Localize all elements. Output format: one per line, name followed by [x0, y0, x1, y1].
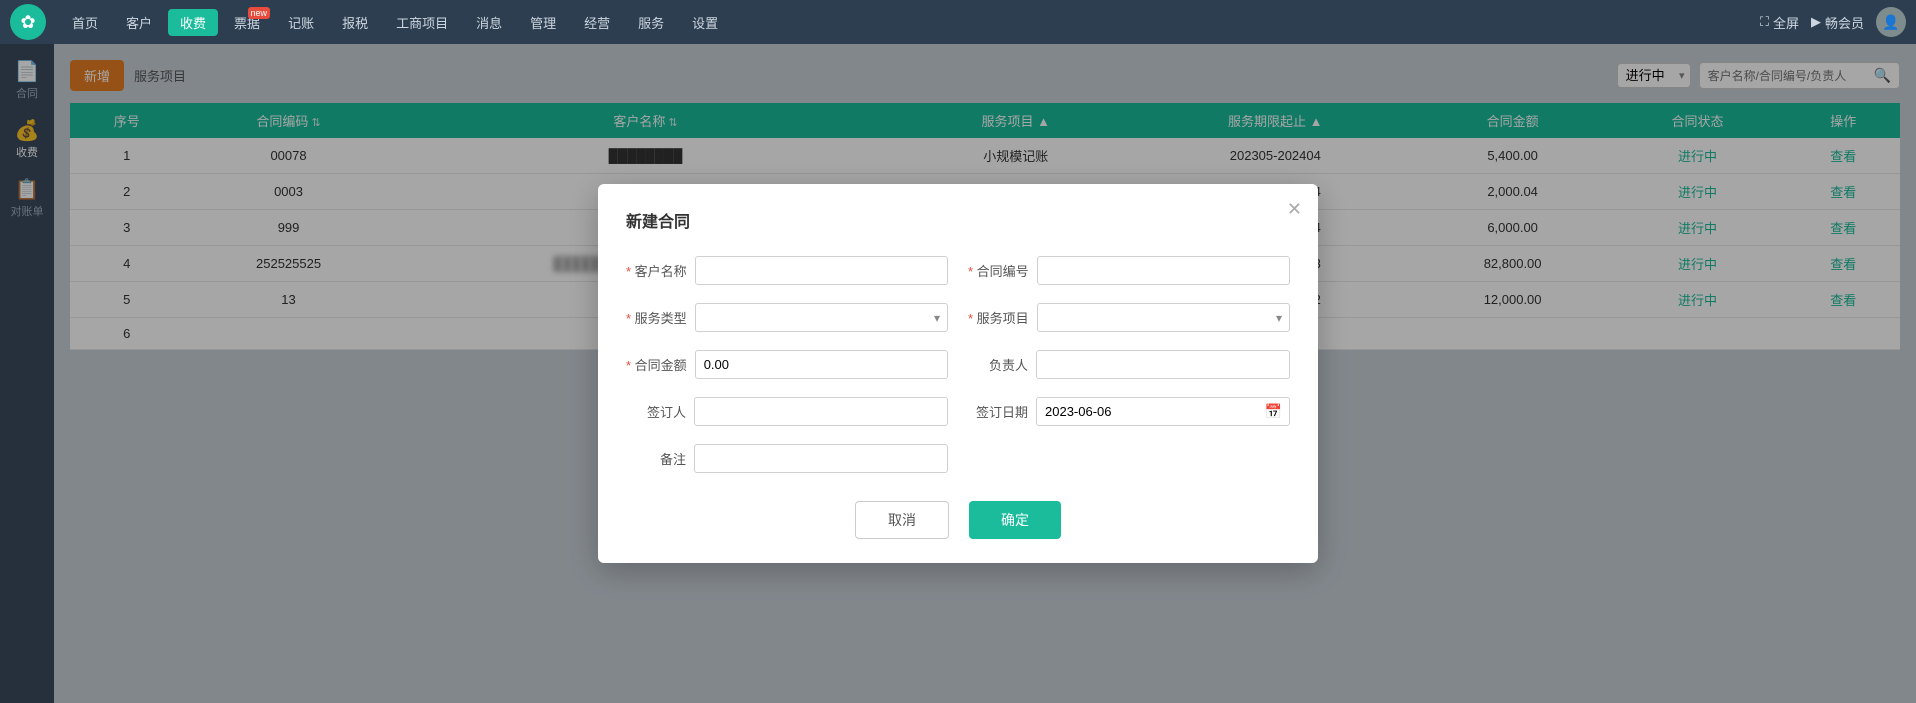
- form-row-2: 服务类型 服务项目: [626, 303, 1290, 332]
- nav-message[interactable]: 消息: [464, 9, 514, 36]
- nav-settings[interactable]: 设置: [680, 9, 730, 36]
- modal-overlay[interactable]: ✕ 新建合同 客户名称 合同编号 服务类型: [0, 44, 1916, 703]
- signatory-input[interactable]: [694, 397, 948, 426]
- sign-date-field: 签订日期 📅: [968, 397, 1290, 426]
- nav-right-section: ⛶ 全屏 ▶ 畅会员 👤: [1760, 7, 1906, 37]
- nav-client[interactable]: 客户: [114, 9, 164, 36]
- modal-title: 新建合同: [626, 208, 1290, 232]
- customer-name-input[interactable]: [695, 256, 948, 285]
- contract-no-field: 合同编号: [968, 256, 1290, 285]
- member-button[interactable]: ▶ 畅会员: [1811, 13, 1864, 32]
- modal-close-button[interactable]: ✕: [1287, 200, 1302, 218]
- nav-billing[interactable]: 收费: [168, 9, 218, 36]
- contract-no-label: 合同编号: [968, 261, 1029, 280]
- service-type-field: 服务类型: [626, 303, 948, 332]
- sign-date-wrap: 📅: [1036, 397, 1290, 426]
- service-item-select-wrap: [1037, 303, 1290, 332]
- sign-date-label: 签订日期: [968, 402, 1028, 421]
- form-row-5: 备注: [626, 444, 1290, 473]
- new-badge: new: [248, 7, 271, 19]
- app-logo: ✿: [10, 4, 46, 40]
- new-contract-modal: ✕ 新建合同 客户名称 合同编号 服务类型: [598, 184, 1318, 563]
- customer-name-field: 客户名称: [626, 256, 948, 285]
- nav-operation[interactable]: 经营: [572, 9, 622, 36]
- sign-date-input[interactable]: [1036, 397, 1290, 426]
- service-type-label: 服务类型: [626, 308, 687, 327]
- nav-bookkeeping[interactable]: 记账: [276, 9, 326, 36]
- signatory-field: 签订人: [626, 397, 948, 426]
- service-type-select[interactable]: [695, 303, 948, 332]
- amount-label: 合同金额: [626, 355, 687, 374]
- amount-field: 合同金额: [626, 350, 948, 379]
- service-item-field: 服务项目: [968, 303, 1290, 332]
- fullscreen-label: 全屏: [1773, 13, 1799, 32]
- service-item-label: 服务项目: [968, 308, 1029, 327]
- nav-commerce[interactable]: 工商项目: [384, 9, 460, 36]
- confirm-button[interactable]: 确定: [969, 501, 1061, 539]
- form-row-4: 签订人 签订日期 📅: [626, 397, 1290, 426]
- cancel-button[interactable]: 取消: [855, 501, 949, 539]
- nav-home[interactable]: 首页: [60, 9, 110, 36]
- form-row-3: 合同金额 负责人: [626, 350, 1290, 379]
- service-item-select[interactable]: [1037, 303, 1290, 332]
- responsible-label: 负责人: [968, 355, 1028, 374]
- customer-name-label: 客户名称: [626, 261, 687, 280]
- form-row-1: 客户名称 合同编号: [626, 256, 1290, 285]
- amount-input[interactable]: [695, 350, 948, 379]
- signatory-label: 签订人: [626, 402, 686, 421]
- notes-field: 备注: [626, 444, 948, 473]
- nav-management[interactable]: 管理: [518, 9, 568, 36]
- member-label: 畅会员: [1825, 13, 1864, 32]
- fullscreen-button[interactable]: ⛶ 全屏: [1760, 13, 1799, 32]
- contract-no-input[interactable]: [1037, 256, 1290, 285]
- modal-footer: 取消 确定: [626, 501, 1290, 539]
- play-icon: ▶: [1811, 14, 1821, 30]
- top-navigation: ✿ 首页 客户 收费 票据 new 记账 报税 工商项目 消息 管理 经营 服务…: [0, 0, 1916, 44]
- user-avatar[interactable]: 👤: [1876, 7, 1906, 37]
- notes-input[interactable]: [694, 444, 948, 473]
- nav-service[interactable]: 服务: [626, 9, 676, 36]
- responsible-field: 负责人: [968, 350, 1290, 379]
- notes-label: 备注: [626, 449, 686, 468]
- service-type-select-wrap: [695, 303, 948, 332]
- fullscreen-icon: ⛶: [1760, 14, 1769, 30]
- responsible-input[interactable]: [1036, 350, 1290, 379]
- nav-tax[interactable]: 报税: [330, 9, 380, 36]
- nav-invoice[interactable]: 票据 new: [222, 9, 272, 36]
